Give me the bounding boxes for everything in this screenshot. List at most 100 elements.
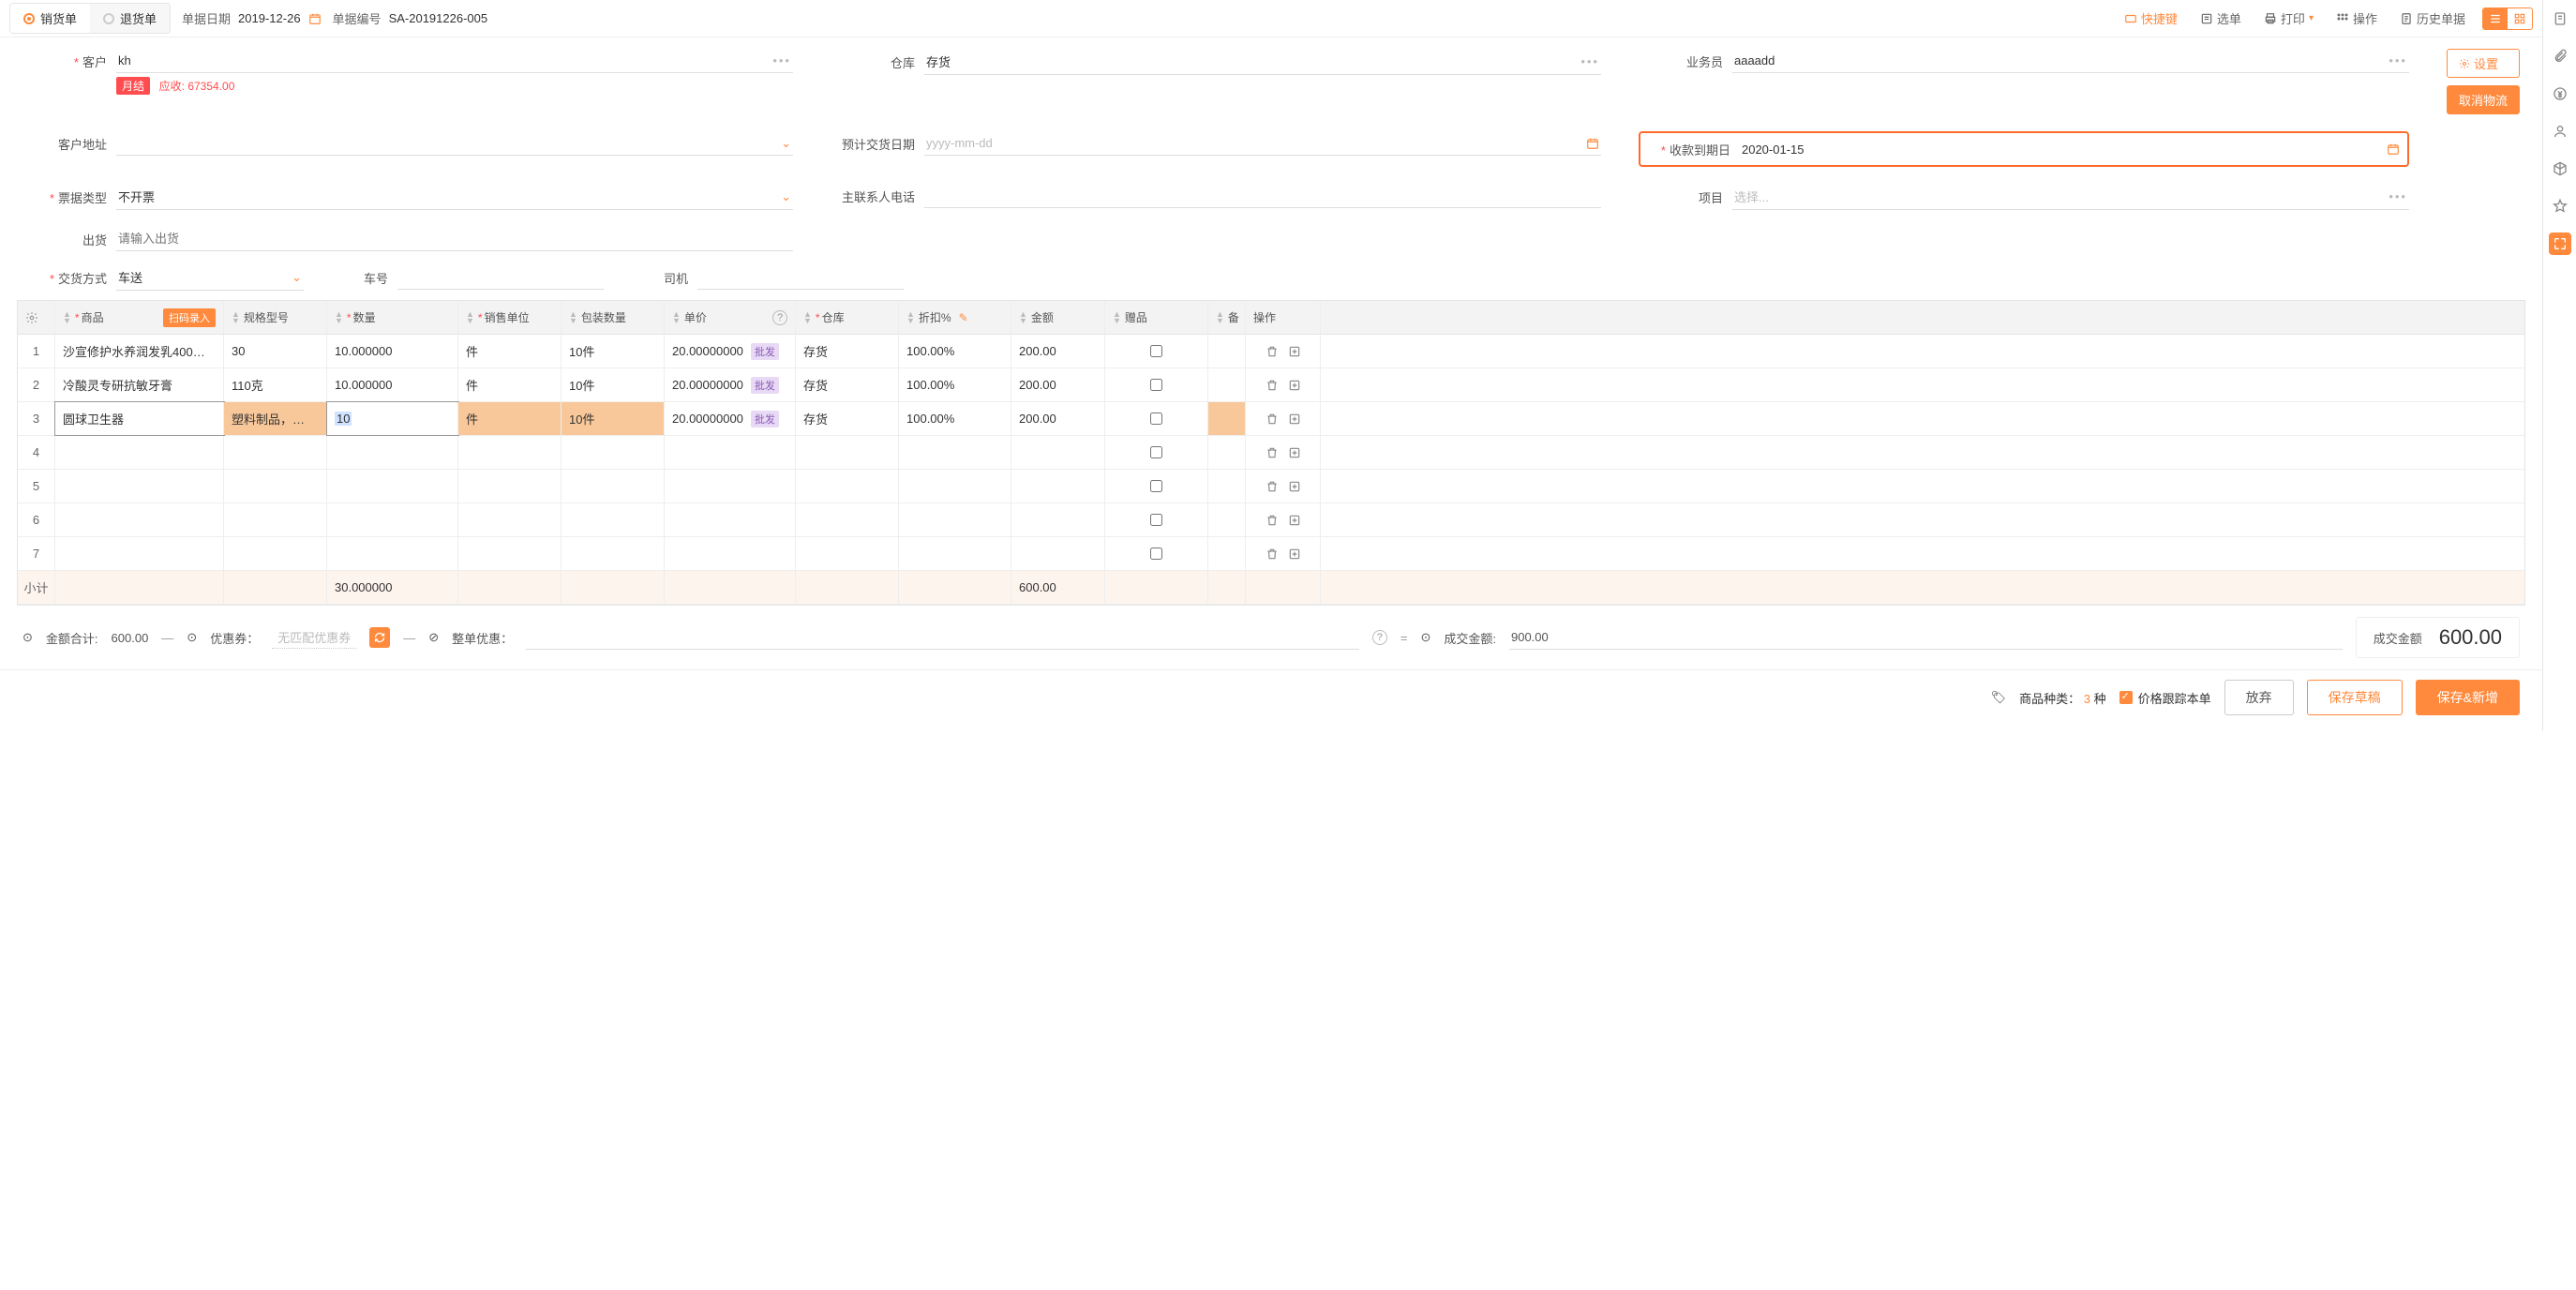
payment-due-field[interactable]: 2020-01-15 [1740,137,2402,161]
price-cell[interactable]: 20.00000000批发 [665,335,796,368]
customer-field[interactable]: kh••• [116,49,793,73]
delete-row-icon[interactable] [1266,548,1279,561]
pack-cell[interactable]: 10件 [562,335,665,368]
qty-cell[interactable]: 10.000000 [327,335,458,368]
unit-cell[interactable]: 件 [458,402,562,435]
shortcut-link[interactable]: 快捷键 [2119,6,2183,31]
delete-row-icon[interactable] [1266,446,1279,459]
gift-cell[interactable] [1105,436,1208,469]
coupon-field[interactable]: 无匹配优惠券 [272,626,356,649]
expand-icon[interactable] [2549,232,2571,255]
delivery-method-field[interactable]: 车送⌄ [116,264,304,291]
view-grid-icon[interactable] [2508,8,2532,29]
order-discount-field[interactable] [526,625,1359,650]
currency-icon[interactable] [2549,82,2571,105]
add-row-icon[interactable] [1288,412,1301,426]
unit-cell[interactable]: 件 [458,368,562,401]
project-field[interactable]: 选择...••• [1732,184,2409,210]
extra-cell[interactable] [1208,335,1246,368]
delete-row-icon[interactable] [1266,345,1279,358]
more-icon[interactable]: ••• [2389,53,2407,68]
cancel-logistics-button[interactable]: 取消物流 [2447,85,2520,114]
gift-cell[interactable] [1105,537,1208,570]
add-row-icon[interactable] [1288,446,1301,459]
product-cell[interactable]: 沙宣修护水养润发乳400… [55,335,224,368]
gift-cell[interactable] [1105,470,1208,502]
price-track-checkbox[interactable]: 价格跟踪本单 [2119,689,2211,707]
unit-cell[interactable]: 件 [458,335,562,368]
more-icon[interactable]: ••• [1580,54,1599,68]
add-row-icon[interactable] [1288,345,1301,358]
save-draft-button[interactable]: 保存草稿 [2307,680,2403,715]
doc-date-value[interactable]: 2019-12-26 [238,11,301,25]
expect-date-field[interactable]: yyyy-mm-dd [924,131,1601,156]
deal-amount-field[interactable]: 900.00 [1509,625,2343,650]
salesman-field[interactable]: aaaadd••• [1732,49,2409,73]
warehouse-cell[interactable]: 存货 [796,368,899,401]
pack-cell[interactable]: 10件 [562,368,665,401]
spec-cell[interactable]: 110克 [224,368,327,401]
product-cell[interactable]: 圆球卫生器 [55,402,224,435]
more-icon[interactable]: ••• [2389,189,2407,203]
gift-cell[interactable] [1105,503,1208,536]
settings-button[interactable]: 设置 [2447,49,2520,78]
product-cell[interactable]: 冷酸灵专研抗敏牙膏 [55,368,224,401]
amount-cell[interactable]: 200.00 [1011,368,1105,401]
driver-field[interactable] [697,265,904,290]
calendar-icon[interactable] [308,12,322,25]
gift-cell[interactable] [1105,335,1208,368]
price-cell[interactable]: 20.00000000批发 [665,402,796,435]
tab-sales-order[interactable]: 销货单 [10,4,90,33]
amount-cell[interactable]: 200.00 [1011,335,1105,368]
warehouse-field[interactable]: 存货••• [924,49,1601,75]
qty-cell[interactable]: 10.000000 [327,368,458,401]
print-link[interactable]: 打印▾ [2258,6,2319,31]
calendar-icon[interactable] [1586,137,1599,150]
qty-cell[interactable]: 10 [327,402,458,435]
add-row-icon[interactable] [1288,480,1301,493]
gear-icon[interactable] [25,311,38,324]
add-row-icon[interactable] [1288,379,1301,392]
extra-cell[interactable] [1208,368,1246,401]
operate-link[interactable]: 操作 [2330,6,2383,31]
vehicle-field[interactable] [397,265,604,290]
save-new-button[interactable]: 保存&新增 [2416,680,2520,715]
pack-cell[interactable]: 10件 [562,402,665,435]
gift-cell[interactable] [1105,368,1208,401]
gift-cell[interactable] [1105,402,1208,435]
price-cell[interactable]: 20.00000000批发 [665,368,796,401]
addr-field[interactable]: ⌄ [116,131,793,156]
box-icon[interactable] [2549,158,2571,180]
ship-field[interactable] [116,227,793,251]
chevron-down-icon[interactable]: ⌄ [781,136,791,151]
help-icon[interactable]: ? [772,310,787,325]
view-list-icon[interactable] [2483,8,2508,29]
attachment-icon[interactable] [2549,45,2571,68]
discount-cell[interactable]: 100.00% [899,335,1011,368]
history-link[interactable]: 历史单据 [2394,6,2471,31]
discard-button[interactable]: 放弃 [2224,680,2294,715]
star-icon[interactable] [2549,195,2571,218]
delete-row-icon[interactable] [1266,379,1279,392]
refresh-icon[interactable] [369,627,390,648]
tab-return-order[interactable]: 退货单 [90,4,170,33]
help-icon[interactable]: ? [1372,630,1387,645]
discount-cell[interactable]: 100.00% [899,402,1011,435]
chevron-down-icon[interactable]: ⌄ [781,189,791,204]
spec-cell[interactable]: 塑料制品，… [224,402,327,435]
calendar-icon[interactable] [2387,142,2400,156]
delete-row-icon[interactable] [1266,480,1279,493]
warehouse-cell[interactable]: 存货 [796,335,899,368]
add-row-icon[interactable] [1288,548,1301,561]
chevron-down-icon[interactable]: ⌄ [292,270,302,285]
scan-entry-button[interactable]: 扫码录入 [163,308,216,327]
discount-cell[interactable]: 100.00% [899,368,1011,401]
note-icon[interactable] [2549,8,2571,30]
warehouse-cell[interactable]: 存货 [796,402,899,435]
amount-cell[interactable]: 200.00 [1011,402,1105,435]
pick-order-link[interactable]: 选单 [2194,6,2247,31]
more-icon[interactable]: ••• [772,53,791,68]
invoice-field[interactable]: 不开票⌄ [116,184,793,210]
spec-cell[interactable]: 30 [224,335,327,368]
extra-cell[interactable] [1208,402,1246,435]
